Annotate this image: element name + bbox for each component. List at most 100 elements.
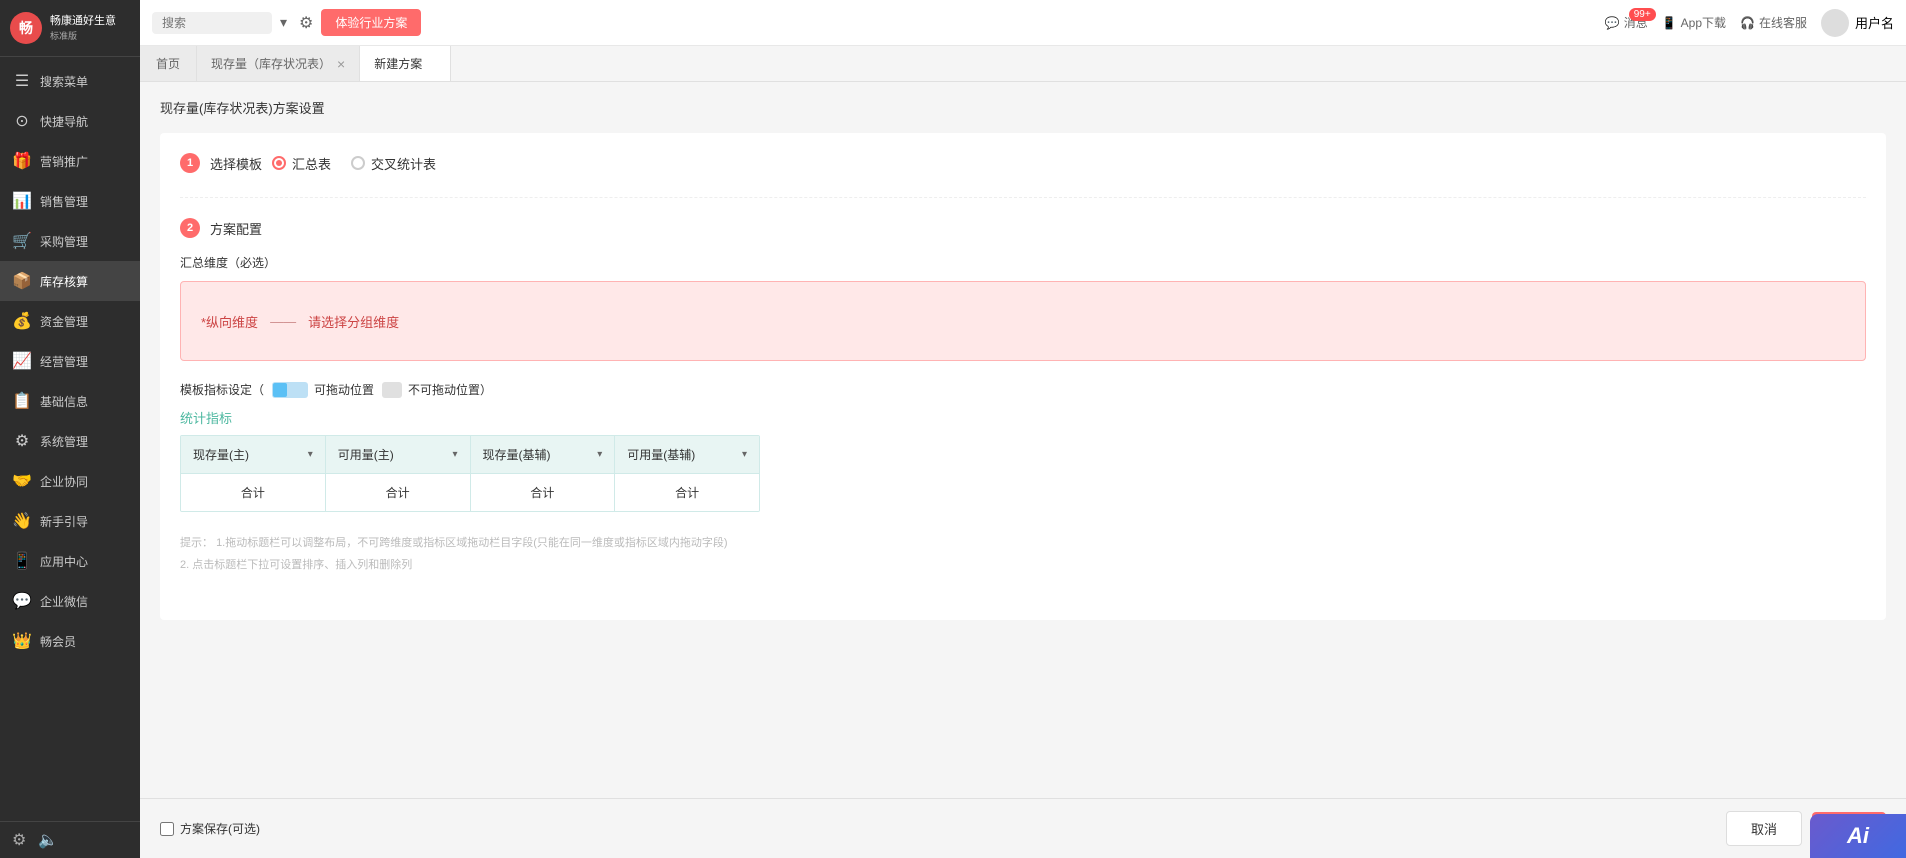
content-area: 现存量(库存状况表)方案设置 1 选择模板 汇总表 交叉统计表 — [140, 82, 1906, 798]
no-drag-box — [382, 382, 402, 398]
member-icon: 👑 — [12, 631, 32, 651]
sidebar-item-member[interactable]: 👑 畅会员 — [0, 621, 140, 661]
stats-col-4[interactable]: 可用量(基辅) ▾ — [615, 436, 759, 473]
page-title: 现存量(库存状况表)方案设置 — [160, 98, 1886, 117]
toggle-box — [272, 382, 308, 398]
app-download-btn[interactable]: 📱 App下载 — [1662, 14, 1726, 31]
search-menu-icon: ☰ — [12, 71, 32, 91]
sidebar-item-operations[interactable]: 📈 经营管理 — [0, 341, 140, 381]
chevron-down-icon-1[interactable]: ▾ — [308, 449, 313, 460]
tips-section: 提示： 1.拖动标题栏可以调整布局，不可跨维度或指标区域拖动栏目字段(只能在同一… — [180, 532, 1866, 576]
stats-cell-1: 合计 — [181, 474, 326, 511]
topbar: ▾ ⚙ 体验行业方案 💬 消息 99+ 📱 App下载 🎧 在线客服 用户名 — [140, 0, 1906, 46]
main-area: ▾ ⚙ 体验行业方案 💬 消息 99+ 📱 App下载 🎧 在线客服 用户名 — [140, 0, 1906, 858]
radio-summary[interactable]: 汇总表 — [272, 154, 331, 173]
sidebar-item-marketing[interactable]: 🎁 营销推广 — [0, 141, 140, 181]
app-icon: 📱 — [1662, 16, 1677, 30]
purchase-icon: 🛒 — [12, 231, 32, 251]
sidebar-item-basic[interactable]: 📋 基础信息 — [0, 381, 140, 421]
sidebar-item-sales[interactable]: 📊 销售管理 — [0, 181, 140, 221]
template-radio-group: 汇总表 交叉统计表 — [272, 154, 436, 173]
tab-inventory-label: 现存量（库存状况表） — [211, 55, 331, 72]
stats-col-3[interactable]: 现存量(基辅) ▾ — [471, 436, 616, 473]
quick-nav-icon: ⊙ — [12, 111, 32, 131]
dimension-section-label: 汇总维度（必选） — [180, 254, 1866, 271]
basic-icon: 📋 — [12, 391, 32, 411]
step2-header: 2 方案配置 — [180, 218, 1866, 238]
sidebar-item-newbie[interactable]: 👋 新手引导 — [0, 501, 140, 541]
step1-number: 1 — [180, 153, 200, 173]
tabbar: 首页 现存量（库存状况表） × 新建方案 × — [140, 46, 1906, 82]
stats-cell-3: 合计 — [471, 474, 616, 511]
logo-text: 畅康通好生意 标准版 — [50, 14, 116, 42]
tab-home[interactable]: 首页 — [140, 46, 197, 81]
dimension-picker-area[interactable]: *纵向维度 —— 请选择分组维度 — [180, 281, 1866, 361]
tab-home-label: 首页 — [156, 55, 180, 72]
marketing-icon: 🎁 — [12, 151, 32, 171]
industry-btn[interactable]: 体验行业方案 — [321, 9, 421, 36]
toggle-handle — [273, 383, 287, 397]
tab-new-close-icon[interactable]: × — [428, 56, 436, 72]
indicator-settings: 模板指标设定（ 可拖动位置 不可拖动位置） 统计指 — [180, 381, 1866, 576]
bottom-row: 方案保存(可选) 取消 查询 — [140, 798, 1906, 858]
sidebar-item-wechat[interactable]: 💬 企业微信 — [0, 581, 140, 621]
search-dropdown-btn[interactable]: ▾ — [280, 14, 287, 31]
stats-col-1[interactable]: 现存量(主) ▾ — [181, 436, 326, 473]
save-checkbox[interactable] — [160, 822, 174, 836]
step1-title: 选择模板 — [210, 154, 262, 173]
tips-title: 提示： 1.拖动标题栏可以调整布局，不可跨维度或指标区域拖动栏目字段(只能在同一… — [180, 532, 1866, 554]
radio-cross[interactable]: 交叉统计表 — [351, 154, 436, 173]
chevron-down-icon-2[interactable]: ▾ — [452, 449, 457, 460]
service-btn[interactable]: 🎧 在线客服 — [1740, 14, 1807, 31]
indicator-label-row: 模板指标设定（ 可拖动位置 不可拖动位置） — [180, 381, 1866, 398]
footer-settings-icon[interactable]: ⚙ — [12, 830, 26, 850]
inventory-icon: 📦 — [12, 271, 32, 291]
sidebar-logo: 畅 畅康通好生意 标准版 — [0, 0, 140, 57]
appstore-icon: 📱 — [12, 551, 32, 571]
chevron-down-icon-4[interactable]: ▾ — [742, 449, 747, 460]
logo-icon: 畅 — [10, 12, 42, 44]
message-btn[interactable]: 💬 消息 99+ — [1605, 14, 1648, 31]
sidebar-item-inventory[interactable]: 📦 库存核算 — [0, 261, 140, 301]
user-menu[interactable]: 用户名 — [1821, 9, 1894, 37]
step1-header: 1 选择模板 汇总表 交叉统计表 — [180, 153, 1866, 173]
radio-summary-dot — [272, 156, 286, 170]
sidebar-item-search-menu[interactable]: ☰ 搜索菜单 — [0, 61, 140, 101]
message-icon: 💬 — [1605, 16, 1620, 30]
step1-section: 1 选择模板 汇总表 交叉统计表 — [180, 153, 1866, 173]
finance-icon: 💰 — [12, 311, 32, 331]
newbie-icon: 👋 — [12, 511, 32, 531]
avatar — [1821, 9, 1849, 37]
sidebar-item-purchase[interactable]: 🛒 采购管理 — [0, 221, 140, 261]
chevron-down-icon-3[interactable]: ▾ — [597, 449, 602, 460]
stats-col-2[interactable]: 可用量(主) ▾ — [326, 436, 471, 473]
step2-number: 2 — [180, 218, 200, 238]
stats-header: 现存量(主) ▾ 可用量(主) ▾ 现存量(基辅) ▾ — [181, 436, 759, 473]
tab-new-label: 新建方案 — [374, 55, 422, 72]
sidebar-item-quick-nav[interactable]: ⊙ 快捷导航 — [0, 101, 140, 141]
radio-cross-dot — [351, 156, 365, 170]
cancel-button[interactable]: 取消 — [1726, 811, 1802, 846]
company-icon: 🤝 — [12, 471, 32, 491]
sidebar-footer: ⚙ 🔈 — [0, 821, 140, 858]
gear-icon[interactable]: ⚙ — [299, 13, 313, 33]
indicator-toggle[interactable]: 可拖动位置 — [272, 381, 374, 398]
tab-inventory-close-icon[interactable]: × — [337, 56, 345, 72]
indicator-no-drag: 不可拖动位置） — [382, 381, 492, 398]
sidebar-item-appstore[interactable]: 📱 应用中心 — [0, 541, 140, 581]
sidebar-item-finance[interactable]: 💰 资金管理 — [0, 301, 140, 341]
tab-inventory-status[interactable]: 现存量（库存状况表） × — [197, 46, 360, 81]
tab-new-plan[interactable]: 新建方案 × — [360, 46, 451, 81]
sidebar-item-company[interactable]: 🤝 企业协同 — [0, 461, 140, 501]
stats-label: 统计指标 — [180, 408, 1866, 427]
sidebar: 畅 畅康通好生意 标准版 ☰ 搜索菜单 ⊙ 快捷导航 🎁 营销推广 📊 销售管理… — [0, 0, 140, 858]
dimension-placeholder: *纵向维度 —— 请选择分组维度 — [201, 312, 399, 331]
wechat-icon: 💬 — [12, 591, 32, 611]
footer-sound-icon[interactable]: 🔈 — [38, 830, 58, 850]
sidebar-item-system[interactable]: ⚙ 系统管理 — [0, 421, 140, 461]
step2-section: 2 方案配置 汇总维度（必选） *纵向维度 —— 请选择分组维度 模板指标设定（ — [180, 218, 1866, 576]
ai-badge[interactable]: Ai — [1810, 814, 1906, 858]
search-input[interactable] — [152, 12, 272, 34]
topbar-right: 💬 消息 99+ 📱 App下载 🎧 在线客服 用户名 — [1605, 9, 1894, 37]
step2-title: 方案配置 — [210, 219, 262, 238]
